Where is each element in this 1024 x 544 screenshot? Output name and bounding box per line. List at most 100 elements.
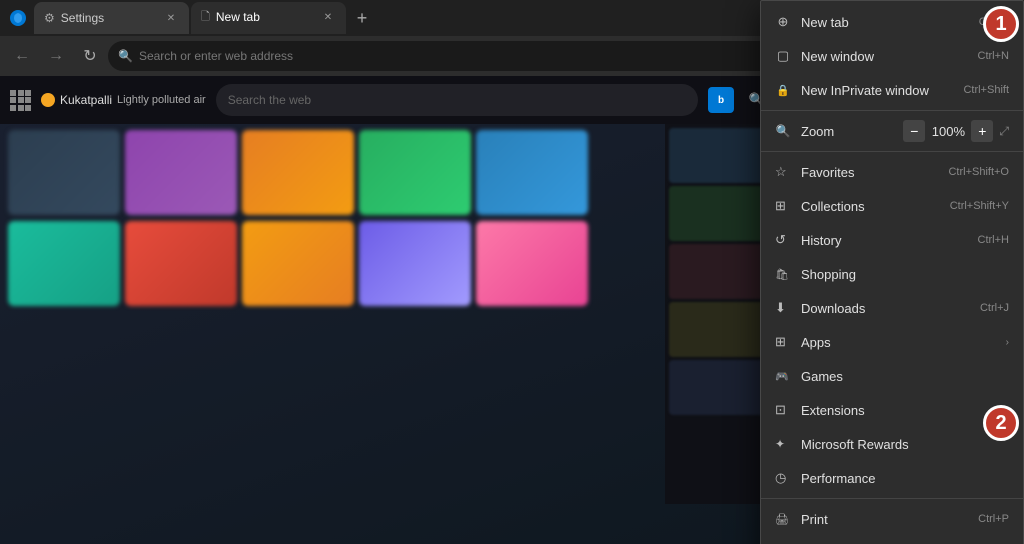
collections-shortcut: Ctrl+Shift+Y [950, 200, 1009, 212]
favorites-shortcut: Ctrl+Shift+O [948, 166, 1009, 178]
print-shortcut: Ctrl+P [978, 513, 1009, 525]
settings-tab-close[interactable]: ✕ [163, 10, 179, 26]
new-window-shortcut: Ctrl+N [978, 50, 1009, 62]
refresh-button[interactable]: ↻ [74, 40, 106, 72]
url-text: Search or enter web address [139, 49, 293, 63]
menu-item-zoom: 🔍 Zoom − 100% + ⤢ [761, 114, 1023, 148]
menu-item-new-window[interactable]: ▢ New window Ctrl+N [761, 39, 1023, 73]
news-card-8[interactable] [242, 221, 354, 306]
location-dot [41, 93, 55, 107]
menu-item-games[interactable]: 🎮 Games [761, 359, 1023, 393]
collections-icon: ⊞ [775, 198, 791, 214]
apps-icon: ⊞ [775, 334, 791, 350]
forward-button[interactable]: → [40, 40, 72, 72]
news-card-2[interactable] [125, 130, 237, 215]
new-window-label: New window [801, 49, 968, 64]
page-background: Kukatpalli Lightly polluted air Search t… [0, 76, 780, 544]
menu-item-apps[interactable]: ⊞ Apps › [761, 325, 1023, 359]
weather-text: Lightly polluted air [117, 94, 206, 106]
inprivate-icon: 🔒 [775, 82, 791, 98]
new-tab-label: New tab [801, 15, 969, 30]
favorites-label: Favorites [801, 165, 938, 180]
perf-label: Performance [801, 471, 1009, 486]
downloads-shortcut: Ctrl+J [980, 302, 1009, 314]
page-search-bar[interactable]: Search the web [216, 84, 698, 116]
menu-item-favorites[interactable]: ☆ Favorites Ctrl+Shift+O [761, 155, 1023, 189]
games-label: Games [801, 369, 1009, 384]
inprivate-shortcut: Ctrl+Shift [963, 84, 1009, 96]
search-icon: 🔍 [118, 49, 133, 63]
new-tab-button[interactable]: + [348, 4, 376, 32]
cards-row-2 [0, 221, 780, 306]
print-label: Print [801, 512, 968, 527]
page-header: Kukatpalli Lightly polluted air Search t… [0, 76, 780, 124]
newtab-tab-icon: 🗋 [201, 8, 210, 27]
zoom-value: 100% [931, 124, 965, 139]
new-tab-icon: ⊕ [775, 14, 791, 30]
step-badge-1: 1 [983, 6, 1019, 42]
shopping-label: Shopping [801, 267, 1009, 282]
browser-window: ⚙ Settings ✕ 🗋 New tab ✕ + — □ ✕ ← → ↻ 🔍… [0, 0, 1024, 544]
context-menu: ⊕ New tab Ctrl+T ▢ New window Ctrl+N 🔒 N… [760, 0, 1024, 544]
location-badge: Kukatpalli Lightly polluted air [41, 93, 206, 107]
zoom-controls: − 100% + ⤢ [903, 120, 1009, 142]
menu-item-rewards[interactable]: ✦ Microsoft Rewards [761, 427, 1023, 461]
menu-item-history[interactable]: ↺ History Ctrl+H [761, 223, 1023, 257]
menu-item-downloads[interactable]: ⬇ Downloads Ctrl+J [761, 291, 1023, 325]
apps-arrow-icon: › [1006, 337, 1009, 348]
menu-item-performance[interactable]: ◷ Performance [761, 461, 1023, 495]
inprivate-label: New InPrivate window [801, 83, 953, 98]
new-window-icon: ▢ [775, 48, 791, 64]
print-icon: 🖨 [775, 513, 791, 526]
ext-icon: ⊡ [775, 402, 791, 418]
menu-item-collections[interactable]: ⊞ Collections Ctrl+Shift+Y [761, 189, 1023, 223]
history-label: History [801, 233, 968, 248]
zoom-minus[interactable]: − [903, 120, 925, 142]
apps-grid-icon[interactable] [10, 90, 31, 111]
back-button[interactable]: ← [6, 40, 38, 72]
news-card-5[interactable] [476, 130, 588, 215]
browser-logo [8, 8, 28, 28]
news-card-6[interactable] [8, 221, 120, 306]
downloads-label: Downloads [801, 301, 970, 316]
step-badge-2: 2 [983, 405, 1019, 441]
ext-label: Extensions [801, 403, 1009, 418]
favorites-icon: ☆ [775, 164, 791, 180]
settings-tab-icon: ⚙ [44, 11, 55, 25]
zoom-label: Zoom [801, 124, 834, 139]
tab-settings[interactable]: ⚙ Settings ✕ [34, 2, 189, 34]
search-placeholder: Search the web [228, 93, 311, 107]
tab-newtab[interactable]: 🗋 New tab ✕ [191, 2, 346, 34]
rewards-label: Microsoft Rewards [801, 437, 1009, 452]
history-shortcut: Ctrl+H [978, 234, 1009, 246]
news-card-7[interactable] [125, 221, 237, 306]
news-card-9[interactable] [359, 221, 471, 306]
news-card-4[interactable] [359, 130, 471, 215]
games-icon: 🎮 [775, 370, 791, 383]
menu-item-shopping[interactable]: 🛍 Shopping [761, 257, 1023, 291]
bing-logo: b [708, 87, 734, 113]
news-card-3[interactable] [242, 130, 354, 215]
history-icon: ↺ [775, 232, 791, 248]
menu-divider-2 [761, 151, 1023, 152]
newtab-tab-label: New tab [216, 10, 260, 24]
news-card-1[interactable] [8, 130, 120, 215]
menu-item-inprivate[interactable]: 🔒 New InPrivate window Ctrl+Shift [761, 73, 1023, 107]
zoom-icon: 🔍 [775, 123, 791, 139]
rewards-icon: ✦ [775, 437, 791, 451]
zoom-plus[interactable]: + [971, 120, 993, 142]
newtab-tab-close[interactable]: ✕ [320, 9, 336, 25]
menu-item-print[interactable]: 🖨 Print Ctrl+P [761, 502, 1023, 536]
shopping-icon: 🛍 [775, 268, 791, 281]
perf-icon: ◷ [775, 470, 791, 486]
news-card-10[interactable] [476, 221, 588, 306]
downloads-icon: ⬇ [775, 300, 791, 316]
location-text: Kukatpalli [60, 93, 112, 107]
cards-row-1 [0, 124, 780, 221]
menu-divider-1 [761, 110, 1023, 111]
apps-label: Apps [801, 335, 996, 350]
collections-label: Collections [801, 199, 940, 214]
settings-tab-label: Settings [61, 11, 104, 25]
menu-item-webcapture[interactable]: ✂ Web capture Ctrl+Shift+S [761, 536, 1023, 544]
zoom-expand-icon[interactable]: ⤢ [999, 124, 1009, 139]
